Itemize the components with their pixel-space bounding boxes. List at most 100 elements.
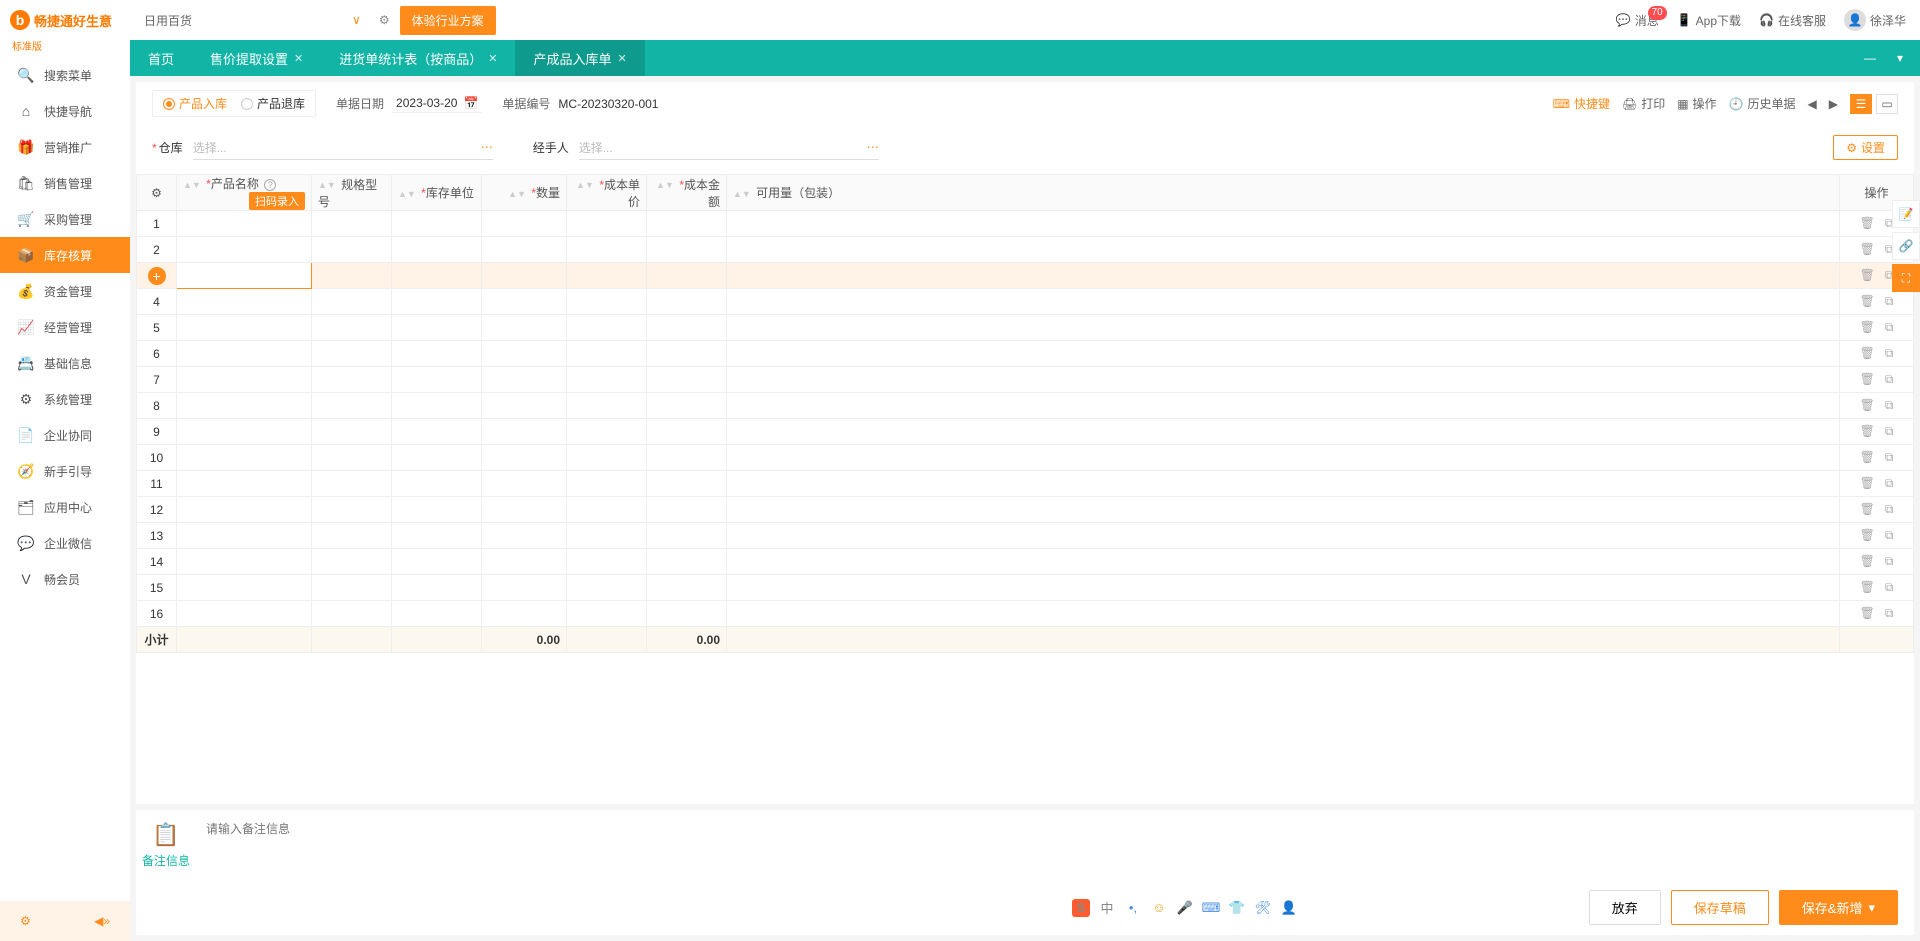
copy-row-icon[interactable]: ⧉ xyxy=(1885,554,1894,569)
copy-row-icon[interactable]: ⧉ xyxy=(1885,606,1894,621)
amount-cell[interactable] xyxy=(647,211,727,237)
product-name-cell[interactable] xyxy=(177,289,312,315)
delete-row-icon[interactable]: 🗑 xyxy=(1860,424,1875,439)
spec-cell[interactable] xyxy=(312,237,392,263)
spec-cell[interactable] xyxy=(312,367,392,393)
next-button[interactable]: ▶ xyxy=(1829,97,1838,111)
prev-button[interactable]: ◀ xyxy=(1808,97,1817,111)
save-draft-button[interactable]: 保存草稿 xyxy=(1671,890,1769,925)
available-cell[interactable] xyxy=(727,289,1840,315)
available-cell[interactable] xyxy=(727,523,1840,549)
copy-row-icon[interactable]: ⧉ xyxy=(1885,372,1894,387)
view-card-button[interactable]: ▭ xyxy=(1876,94,1898,114)
unit-cell[interactable] xyxy=(392,523,482,549)
product-name-cell[interactable] xyxy=(177,523,312,549)
unit-cell[interactable] xyxy=(392,341,482,367)
table-row[interactable]: 7🗑⧉ xyxy=(137,367,1914,393)
price-cell[interactable] xyxy=(567,575,647,601)
amount-cell[interactable] xyxy=(647,575,727,601)
available-cell[interactable] xyxy=(727,263,1840,289)
amount-cell[interactable] xyxy=(647,237,727,263)
save-new-button[interactable]: 保存&新增 ▾ xyxy=(1779,890,1898,925)
category-settings-icon[interactable]: ⚙ xyxy=(379,13,390,27)
product-name-input[interactable] xyxy=(177,263,312,289)
table-row[interactable]: 2🗑⧉ xyxy=(137,237,1914,263)
remark-input[interactable] xyxy=(196,810,1914,880)
unit-cell[interactable] xyxy=(392,237,482,263)
product-name-cell[interactable] xyxy=(177,341,312,367)
nav-item-14[interactable]: V畅会员 xyxy=(0,561,130,597)
ime-punct-icon[interactable]: •, xyxy=(1124,899,1142,917)
history-button[interactable]: 🕘 历史单据 xyxy=(1729,95,1796,112)
spec-cell[interactable] xyxy=(312,263,392,289)
nav-item-4[interactable]: 🛒采购管理 xyxy=(0,201,130,237)
th-amount[interactable]: ▲▼ *成本金额 xyxy=(647,175,727,211)
amount-cell[interactable] xyxy=(647,523,727,549)
product-name-cell[interactable] xyxy=(177,211,312,237)
delete-row-icon[interactable]: 🗑 xyxy=(1860,398,1875,413)
nav-item-7[interactable]: 📈经营管理 xyxy=(0,309,130,345)
th-product[interactable]: ▲▼ *产品名称 ? 扫码录入 xyxy=(177,175,312,211)
operate-button[interactable]: ▦ 操作 xyxy=(1677,95,1716,112)
spec-cell[interactable] xyxy=(312,601,392,627)
qty-cell[interactable] xyxy=(482,549,567,575)
unit-cell[interactable] xyxy=(392,549,482,575)
unit-cell[interactable] xyxy=(392,367,482,393)
nav-item-11[interactable]: 🧭新手引导 xyxy=(0,453,130,489)
th-price[interactable]: ▲▼ *成本单价 xyxy=(567,175,647,211)
product-name-cell[interactable] xyxy=(177,367,312,393)
ime-s-icon[interactable]: S xyxy=(1072,899,1090,917)
qty-cell[interactable] xyxy=(482,367,567,393)
unit-cell[interactable] xyxy=(392,445,482,471)
available-cell[interactable] xyxy=(727,549,1840,575)
qty-cell[interactable] xyxy=(482,523,567,549)
nav-item-3[interactable]: 🛍销售管理 xyxy=(0,165,130,201)
ime-mic-icon[interactable]: 🎤 xyxy=(1176,899,1194,917)
category-select[interactable]: 日用百货 ∨ xyxy=(144,12,361,29)
th-spec[interactable]: ▲▼ 规格型号 xyxy=(312,175,392,211)
qty-cell[interactable] xyxy=(482,497,567,523)
add-row-button[interactable]: + xyxy=(148,267,166,285)
available-cell[interactable] xyxy=(727,471,1840,497)
th-settings[interactable]: ⚙ xyxy=(137,175,177,211)
available-cell[interactable] xyxy=(727,315,1840,341)
delete-row-icon[interactable]: 🗑 xyxy=(1860,606,1875,621)
price-cell[interactable] xyxy=(567,601,647,627)
close-icon[interactable]: ✕ xyxy=(294,52,303,65)
amount-cell[interactable] xyxy=(647,497,727,523)
delete-row-icon[interactable]: 🗑 xyxy=(1860,346,1875,361)
spec-cell[interactable] xyxy=(312,393,392,419)
unit-cell[interactable] xyxy=(392,263,482,289)
available-cell[interactable] xyxy=(727,575,1840,601)
table-row[interactable]: 5🗑⧉ xyxy=(137,315,1914,341)
table-row[interactable]: 16🗑⧉ xyxy=(137,601,1914,627)
product-name-cell[interactable] xyxy=(177,575,312,601)
settings-gear-icon[interactable]: ⚙ xyxy=(20,914,31,928)
spec-cell[interactable] xyxy=(312,211,392,237)
price-cell[interactable] xyxy=(567,523,647,549)
available-cell[interactable] xyxy=(727,211,1840,237)
tab-3[interactable]: 产成品入库单✕ xyxy=(515,40,644,76)
copy-row-icon[interactable]: ⧉ xyxy=(1885,450,1894,465)
spec-cell[interactable] xyxy=(312,419,392,445)
price-cell[interactable] xyxy=(567,419,647,445)
copy-row-icon[interactable]: ⧉ xyxy=(1885,476,1894,491)
nav-item-5[interactable]: 📦库存核算 xyxy=(0,237,130,273)
qty-cell[interactable] xyxy=(482,393,567,419)
product-name-cell[interactable] xyxy=(177,471,312,497)
table-row[interactable]: 13🗑⧉ xyxy=(137,523,1914,549)
price-cell[interactable] xyxy=(567,211,647,237)
table-row[interactable]: 12🗑⧉ xyxy=(137,497,1914,523)
price-cell[interactable] xyxy=(567,263,647,289)
copy-row-icon[interactable]: ⧉ xyxy=(1885,580,1894,595)
price-cell[interactable] xyxy=(567,497,647,523)
tab-minimize-button[interactable]: — xyxy=(1858,48,1882,68)
tab-2[interactable]: 进货单统计表（按商品）✕ xyxy=(321,40,515,76)
spec-cell[interactable] xyxy=(312,471,392,497)
amount-cell[interactable] xyxy=(647,601,727,627)
table-row[interactable]: 9🗑⧉ xyxy=(137,419,1914,445)
nav-item-9[interactable]: ⚙系统管理 xyxy=(0,381,130,417)
table-row[interactable]: 4🗑⧉ xyxy=(137,289,1914,315)
warehouse-select[interactable]: 选择... ⋯ xyxy=(193,136,493,160)
nav-item-12[interactable]: 🗂应用中心 xyxy=(0,489,130,525)
